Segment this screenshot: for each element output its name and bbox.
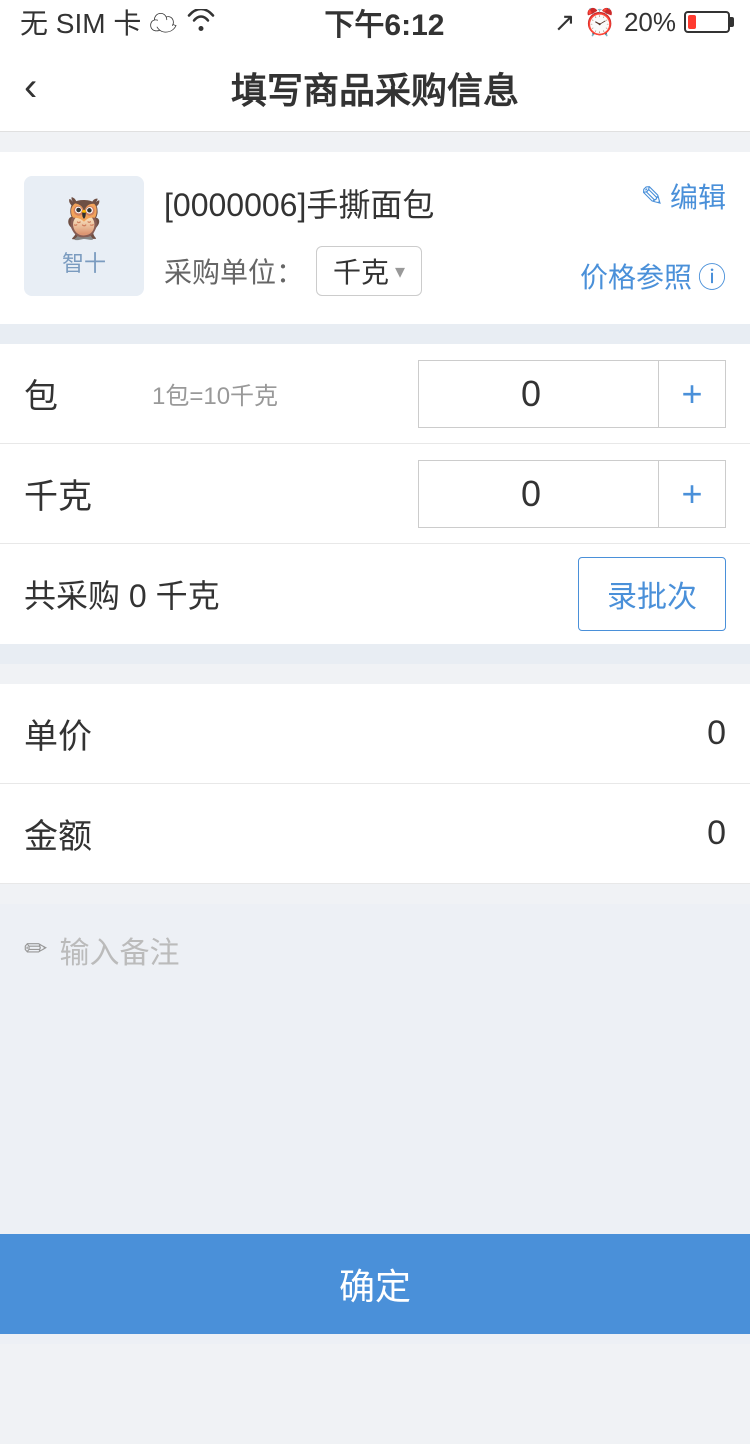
bag-input-right: +	[418, 360, 726, 428]
dropdown-icon: ▾	[395, 259, 405, 284]
brand-label: 智十	[62, 246, 106, 278]
product-image: 🦉 智十	[24, 176, 144, 296]
page-title: 填写商品采购信息	[231, 62, 519, 114]
unit-select[interactable]: 千克 ▾	[316, 246, 422, 296]
alarm-icon: ⏰	[584, 7, 616, 38]
bag-sublabel: 1包=10千克	[152, 376, 278, 411]
kg-input-row: 千克 +	[0, 444, 750, 544]
kg-label: 千克	[24, 469, 144, 518]
product-card: 🦉 智十 [0000006]手撕面包 采购单位： 千克 ▾ ✎ 编辑 价格参照 …	[0, 152, 750, 324]
price-ref-label: 价格参照	[580, 256, 692, 296]
status-left: 无 SIM 卡 ☁	[20, 2, 215, 42]
unit-price-label: 单价	[24, 709, 92, 758]
section-divider-1	[0, 324, 750, 344]
price-section: 单价 0 金额 0	[0, 684, 750, 884]
bag-label: 包	[24, 369, 144, 418]
edit-label: 编辑	[670, 176, 726, 216]
remark-placeholder: 输入备注	[59, 928, 179, 972]
status-time: 下午6:12	[324, 0, 444, 44]
unit-value: 千克	[333, 251, 389, 291]
bottom-spacer	[0, 1344, 750, 1444]
kg-input[interactable]	[418, 460, 658, 528]
amount-label: 金额	[24, 809, 92, 858]
plus-icon: +	[681, 373, 702, 415]
pencil-icon: ✏	[24, 932, 47, 965]
kg-plus-button[interactable]: +	[658, 460, 726, 528]
confirm-button[interactable]: 确定	[0, 1234, 750, 1334]
status-right: ↗ ⏰ 20%	[554, 7, 730, 38]
back-icon: ‹	[24, 65, 37, 110]
unit-label: 采购单位：	[164, 251, 304, 291]
record-batch-button[interactable]: 录批次	[578, 557, 726, 631]
bag-input-row: 包 1包=10千克 +	[0, 344, 750, 444]
back-button[interactable]: ‹	[24, 65, 37, 110]
edit-icon: ✎	[641, 180, 664, 213]
location-icon: ↗	[554, 7, 576, 38]
nav-bar: ‹ 填写商品采购信息	[0, 44, 750, 132]
amount-value: 0	[707, 814, 726, 853]
status-bar: 无 SIM 卡 ☁ 下午6:12 ↗ ⏰ 20%	[0, 0, 750, 44]
price-reference-button[interactable]: 价格参照 ⓘ	[580, 256, 726, 296]
summary-row: 共采购 0 千克 录批次	[0, 544, 750, 644]
price-ref-help-icon: ⓘ	[698, 256, 726, 296]
owl-icon: 🦉	[59, 195, 109, 242]
kg-input-right: +	[418, 460, 726, 528]
battery-percent: 20%	[624, 7, 676, 38]
amount-row: 金额 0	[0, 784, 750, 884]
confirm-label: 确定	[339, 1258, 411, 1310]
wifi-icon	[187, 6, 215, 38]
bag-plus-button[interactable]: +	[658, 360, 726, 428]
edit-button[interactable]: ✎ 编辑	[641, 176, 726, 216]
unit-price-value: 0	[707, 714, 726, 753]
unit-price-row: 单价 0	[0, 684, 750, 784]
bag-input[interactable]	[418, 360, 658, 428]
battery-icon	[684, 11, 730, 33]
sim-label: 无 SIM 卡 ☁	[20, 2, 177, 42]
plus-icon-2: +	[681, 473, 702, 515]
section-divider-2	[0, 644, 750, 664]
input-section: 包 1包=10千克 + 千克 +	[0, 344, 750, 544]
summary-text: 共采购 0 千克	[24, 571, 220, 617]
